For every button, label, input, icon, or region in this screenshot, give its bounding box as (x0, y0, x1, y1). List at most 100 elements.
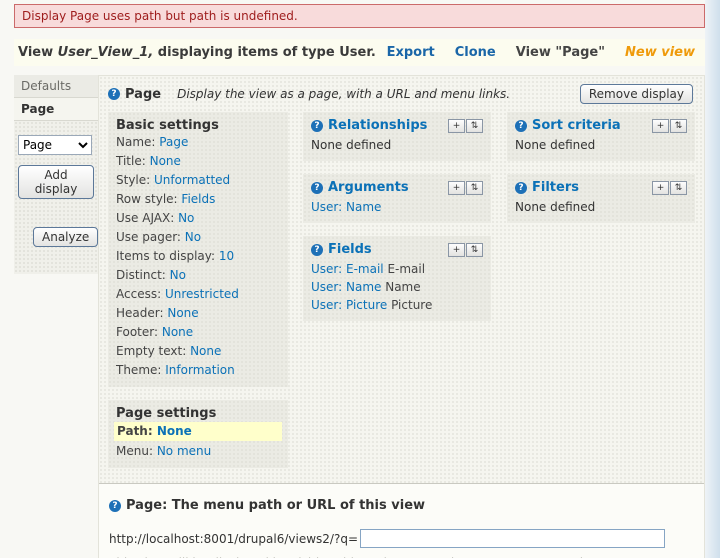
add-display-button[interactable]: Add display (18, 165, 94, 199)
setting-row: Footer: None (116, 325, 194, 339)
path-input-row: http://localhost:8001/drupal6/views2/?q= (109, 529, 694, 548)
add-icon[interactable]: + (448, 118, 465, 133)
view-title: View User_View_1, displaying items of ty… (18, 45, 387, 60)
sort-criteria-box: ? Sort criteria + ⇅ None defined (507, 112, 695, 161)
field-item-link[interactable]: User: Name (311, 280, 381, 294)
setting-value-link[interactable]: Information (165, 363, 234, 377)
sort-criteria-title-link[interactable]: Sort criteria (532, 118, 652, 133)
display-sidebar: Defaults Page Page Add display Analyze (14, 75, 99, 274)
page-edge-gradient (705, 0, 720, 558)
help-icon[interactable]: ? (109, 499, 121, 512)
help-icon[interactable]: ? (311, 181, 323, 194)
setting-value-link[interactable]: None (150, 154, 181, 168)
export-link[interactable]: Export (387, 45, 435, 60)
setting-value-link[interactable]: Fields (181, 192, 215, 206)
setting-value-link[interactable]: No (185, 230, 201, 244)
field-item-link[interactable]: User: E-mail (311, 262, 384, 276)
view-title-prefix: View (18, 45, 58, 60)
display-description: Display the view as a page, with a URL a… (177, 87, 511, 101)
display-edit-panel: ? Page Display the view as a page, with … (98, 75, 705, 558)
setting-value-link[interactable]: None (162, 325, 193, 339)
remove-display-button[interactable]: Remove display (579, 84, 693, 104)
argument-item: User: Name (311, 198, 483, 216)
rearrange-icon[interactable]: ⇅ (466, 180, 483, 195)
column-middle: ? Relationships + ⇅ None defined ? Argum… (303, 112, 491, 334)
setting-row: Items to display: 10 (116, 249, 235, 263)
tab-defaults[interactable]: Defaults (14, 75, 98, 98)
setting-value-link[interactable]: No (170, 268, 186, 282)
display-title: Page (125, 86, 162, 102)
clone-link[interactable]: Clone (455, 45, 496, 60)
sort-criteria-header: ? Sort criteria + ⇅ (515, 118, 687, 133)
rearrange-icon[interactable]: ⇅ (670, 118, 687, 133)
display-header: ? Page Display the view as a page, with … (108, 81, 695, 112)
add-icon[interactable]: + (652, 118, 669, 133)
menu-value-link[interactable]: No menu (157, 444, 211, 458)
tab-page[interactable]: Page (14, 98, 98, 121)
setting-value-link[interactable]: No (178, 211, 194, 225)
sidebar-controls: Page Add display Analyze (14, 121, 99, 274)
rearrange-icon[interactable]: ⇅ (466, 242, 483, 257)
sort-criteria-empty-text: None defined (515, 138, 596, 152)
view-page-label[interactable]: View "Page" (516, 45, 605, 60)
add-icon[interactable]: + (652, 180, 669, 195)
fields-title-link[interactable]: Fields (328, 242, 448, 257)
setting-value-link[interactable]: 10 (219, 249, 234, 263)
filters-empty-text: None defined (515, 200, 596, 214)
view-header-bar: View User_View_1, displaying items of ty… (14, 39, 705, 66)
add-icon[interactable]: + (448, 180, 465, 195)
rearrange-icon[interactable]: ⇅ (466, 118, 483, 133)
main-layout: Defaults Page Page Add display Analyze ?… (14, 75, 705, 558)
setting-value-link[interactable]: Unformatted (154, 173, 230, 187)
path-label: Path: (117, 424, 153, 438)
help-icon[interactable]: ? (311, 119, 323, 132)
filters-title-link[interactable]: Filters (532, 180, 652, 195)
analyze-button[interactable]: Analyze (33, 227, 99, 247)
settings-columns: Basic settings Name: Page Title: None St… (108, 112, 695, 481)
argument-item-link[interactable]: User: Name (311, 200, 381, 214)
error-message-banner: Display Page uses path but path is undef… (14, 4, 705, 28)
field-item: User: Picture Picture (311, 298, 433, 312)
page-settings-box: Page settings Path: None Menu: No menu (108, 400, 288, 468)
setting-value-link[interactable]: None (190, 344, 221, 358)
add-icon[interactable]: + (448, 242, 465, 257)
field-item: User: E-mail E-mail (311, 262, 426, 276)
setting-row: Use pager: No (116, 230, 202, 244)
field-item-link[interactable]: User: Picture (311, 298, 387, 312)
view-header-links: Export Clone View "Page" New view (387, 45, 701, 60)
menu-setting-row: Menu: No menu (116, 442, 280, 461)
help-icon[interactable]: ? (108, 88, 120, 100)
config-title-row: ? Page: The menu path or URL of this vie… (109, 498, 694, 513)
relationships-box: ? Relationships + ⇅ None defined (303, 112, 491, 161)
column-basic-settings: Basic settings Name: Page Title: None St… (108, 112, 288, 481)
view-name: User_View_1, (57, 45, 154, 60)
setting-row: Name: Page (116, 135, 189, 149)
setting-row: Header: None (116, 306, 199, 320)
new-view-link[interactable]: New view (625, 45, 695, 60)
setting-value-link[interactable]: None (167, 306, 198, 320)
rearrange-icon[interactable]: ⇅ (670, 180, 687, 195)
help-icon[interactable]: ? (515, 181, 527, 194)
arguments-title-link[interactable]: Arguments (328, 180, 448, 195)
relationships-title-link[interactable]: Relationships (328, 118, 448, 133)
page-content: Display Page uses path but path is undef… (14, 0, 705, 558)
help-icon[interactable]: ? (515, 119, 527, 132)
path-config-form: ? Page: The menu path or URL of this vie… (99, 483, 704, 558)
display-type-select[interactable]: Page (18, 135, 92, 155)
filters-header: ? Filters + ⇅ (515, 180, 687, 195)
error-message-text: Display Page uses path but path is undef… (22, 9, 298, 23)
setting-value-link[interactable]: Page (159, 135, 188, 149)
view-title-suffix: displaying items of type User. (153, 45, 376, 60)
help-icon[interactable]: ? (311, 243, 323, 256)
column-right: ? Sort criteria + ⇅ None defined ? Filte… (507, 112, 695, 236)
path-value-link[interactable]: None (157, 424, 192, 438)
setting-row: Theme: Information (116, 363, 235, 377)
relationships-empty-text: None defined (311, 138, 392, 152)
filters-box: ? Filters + ⇅ None defined (507, 174, 695, 223)
setting-row: Distinct: No (116, 268, 186, 282)
menu-label: Menu: (116, 444, 153, 458)
arguments-header: ? Arguments + ⇅ (311, 180, 483, 195)
setting-value-link[interactable]: Unrestricted (165, 287, 239, 301)
path-input[interactable] (360, 529, 665, 548)
basic-settings-title: Basic settings (116, 118, 219, 133)
